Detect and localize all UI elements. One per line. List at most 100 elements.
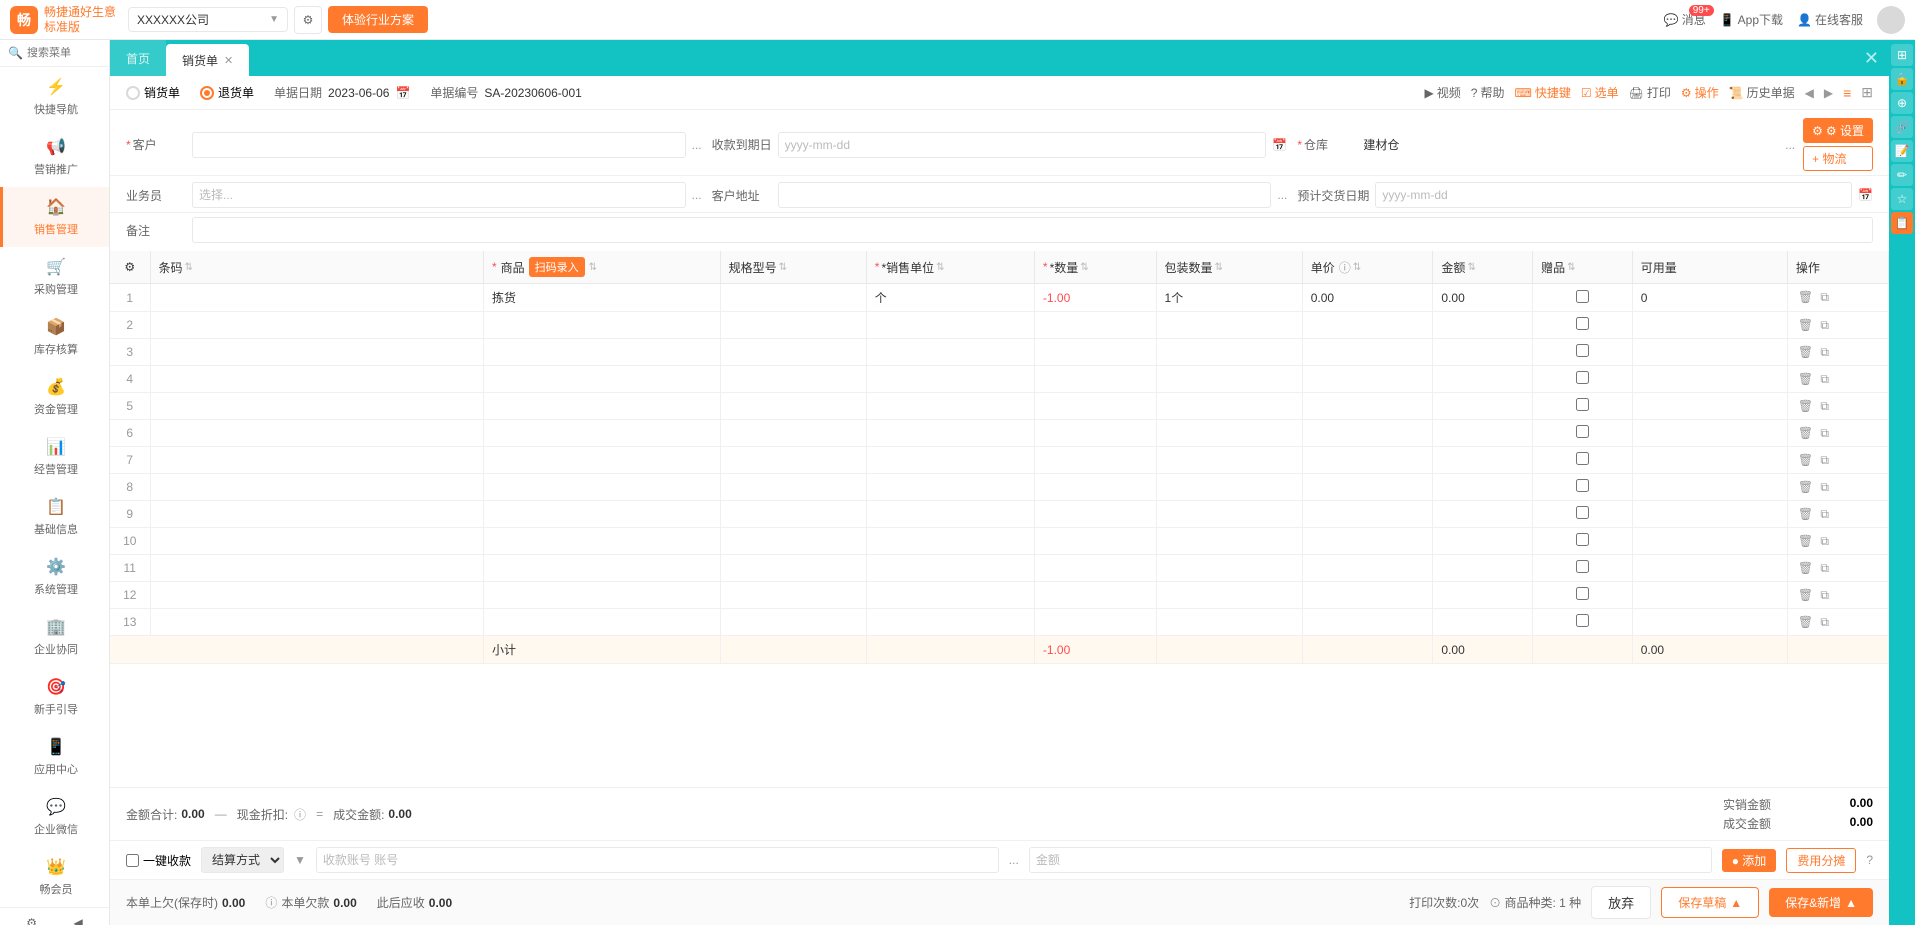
cell-pack-qty[interactable] [1156, 312, 1302, 339]
cell-gift[interactable] [1533, 582, 1633, 609]
radio-return[interactable]: 退货单 [200, 84, 254, 101]
cell-amount[interactable] [1433, 528, 1533, 555]
cell-unit[interactable] [866, 609, 1034, 636]
sidebar-item-wechat[interactable]: 💬 企业微信 [0, 787, 109, 847]
cell-pack-qty[interactable] [1156, 447, 1302, 474]
cell-amount[interactable] [1433, 609, 1533, 636]
delete-row-icon[interactable]: 🗑 [1798, 290, 1813, 304]
cell-unit[interactable] [866, 339, 1034, 366]
cell-gift[interactable] [1533, 501, 1633, 528]
action-print[interactable]: 🖨 打印 [1629, 84, 1671, 101]
cell-barcode[interactable] [150, 528, 483, 555]
cell-amount[interactable] [1433, 555, 1533, 582]
one-click-checkbox[interactable] [126, 854, 139, 867]
copy-row-icon[interactable]: ⧉ [1820, 480, 1829, 494]
copy-row-icon[interactable]: ⧉ [1820, 426, 1829, 440]
rs-btn-8[interactable]: 📋 [1891, 212, 1913, 234]
nav-right-icon[interactable]: ▶ [1824, 86, 1833, 100]
avatar[interactable] [1877, 6, 1905, 34]
cell-spec[interactable] [720, 284, 866, 312]
delete-row-icon[interactable]: 🗑 [1798, 372, 1813, 386]
copy-row-icon[interactable]: ⧉ [1820, 345, 1829, 359]
cell-price[interactable] [1302, 501, 1433, 528]
cell-spec[interactable] [720, 609, 866, 636]
cell-amount[interactable] [1433, 582, 1533, 609]
cell-amount[interactable] [1433, 366, 1533, 393]
sidebar-item-marketing[interactable]: 📢 营销推广 [0, 127, 109, 187]
cell-pack-qty[interactable] [1156, 501, 1302, 528]
cell-qty[interactable]: -1.00 [1034, 284, 1156, 312]
cell-gift[interactable] [1533, 393, 1633, 420]
cell-unit[interactable]: 个 [866, 284, 1034, 312]
add-payment-button[interactable]: ● 添加 [1722, 849, 1777, 872]
cell-pack-qty[interactable] [1156, 528, 1302, 555]
payment-method-more-icon[interactable]: ▼ [294, 853, 306, 867]
cell-qty[interactable] [1034, 555, 1156, 582]
cell-goods[interactable] [483, 555, 720, 582]
cell-pack-qty[interactable] [1156, 366, 1302, 393]
cell-goods[interactable] [483, 474, 720, 501]
copy-row-icon[interactable]: ⧉ [1820, 453, 1829, 467]
payment-method-select[interactable]: 结算方式 [201, 847, 284, 873]
cell-gift[interactable] [1533, 420, 1633, 447]
cell-gift[interactable] [1533, 284, 1633, 312]
calendar-icon[interactable]: 📅 [395, 86, 410, 100]
sidebar-collapse-icon[interactable]: ◀ [74, 916, 83, 925]
cell-spec[interactable] [720, 366, 866, 393]
cell-price[interactable] [1302, 474, 1433, 501]
cell-pack-qty[interactable] [1156, 339, 1302, 366]
cell-unit[interactable] [866, 555, 1034, 582]
delete-row-icon[interactable]: 🗑 [1798, 318, 1813, 332]
cell-qty[interactable] [1034, 393, 1156, 420]
sidebar-search-input[interactable] [27, 47, 110, 59]
cell-price[interactable] [1302, 609, 1433, 636]
cell-barcode[interactable] [150, 366, 483, 393]
cell-goods[interactable] [483, 312, 720, 339]
cell-spec[interactable] [720, 582, 866, 609]
copy-row-icon[interactable]: ⧉ [1820, 507, 1829, 521]
customer-input[interactable] [192, 132, 686, 158]
copy-row-icon[interactable]: ⧉ [1820, 534, 1829, 548]
cell-amount[interactable] [1433, 474, 1533, 501]
action-help[interactable]: ? 帮助 [1471, 84, 1505, 101]
cell-price[interactable] [1302, 312, 1433, 339]
expense-split-button[interactable]: 费用分摊 [1786, 848, 1856, 873]
rs-btn-7[interactable]: ☆ [1891, 188, 1913, 210]
cell-gift[interactable] [1533, 528, 1633, 555]
sidebar-settings-icon[interactable]: ⚙ [26, 916, 37, 925]
cell-gift[interactable] [1533, 447, 1633, 474]
rs-btn-4[interactable]: 🔗 [1891, 116, 1913, 138]
action-operate[interactable]: ⚙ 操作 [1681, 84, 1719, 101]
cell-amount[interactable] [1433, 420, 1533, 447]
cell-barcode[interactable] [150, 474, 483, 501]
cell-barcode[interactable] [150, 393, 483, 420]
cell-unit[interactable] [866, 447, 1034, 474]
rs-btn-3[interactable]: ⊕ [1891, 92, 1913, 114]
cell-spec[interactable] [720, 312, 866, 339]
price-info-icon[interactable]: ⓘ [1339, 259, 1351, 276]
copy-row-icon[interactable]: ⧉ [1820, 290, 1829, 304]
cell-pack-qty[interactable] [1156, 420, 1302, 447]
cell-amount[interactable] [1433, 393, 1533, 420]
cell-goods[interactable] [483, 366, 720, 393]
cell-goods[interactable] [483, 609, 720, 636]
cell-qty[interactable] [1034, 366, 1156, 393]
copy-row-icon[interactable]: ⧉ [1820, 372, 1829, 386]
cell-goods[interactable] [483, 447, 720, 474]
sidebar-item-inventory[interactable]: 📦 库存核算 [0, 307, 109, 367]
cell-price[interactable] [1302, 393, 1433, 420]
rs-btn-2[interactable]: 🔒 [1891, 68, 1913, 90]
cell-spec[interactable] [720, 528, 866, 555]
cell-qty[interactable] [1034, 582, 1156, 609]
cell-barcode[interactable] [150, 284, 483, 312]
cell-amount[interactable]: 0.00 [1433, 284, 1533, 312]
tab-home[interactable]: 首页 [110, 40, 166, 76]
cell-amount[interactable] [1433, 447, 1533, 474]
cell-unit[interactable] [866, 312, 1034, 339]
logistics-button[interactable]: + 物流 [1803, 146, 1873, 171]
rs-btn-5[interactable]: 📝 [1891, 140, 1913, 162]
salesperson-input[interactable] [192, 182, 686, 208]
cell-gift[interactable] [1533, 366, 1633, 393]
cell-gift[interactable] [1533, 474, 1633, 501]
cell-pack-qty[interactable] [1156, 474, 1302, 501]
